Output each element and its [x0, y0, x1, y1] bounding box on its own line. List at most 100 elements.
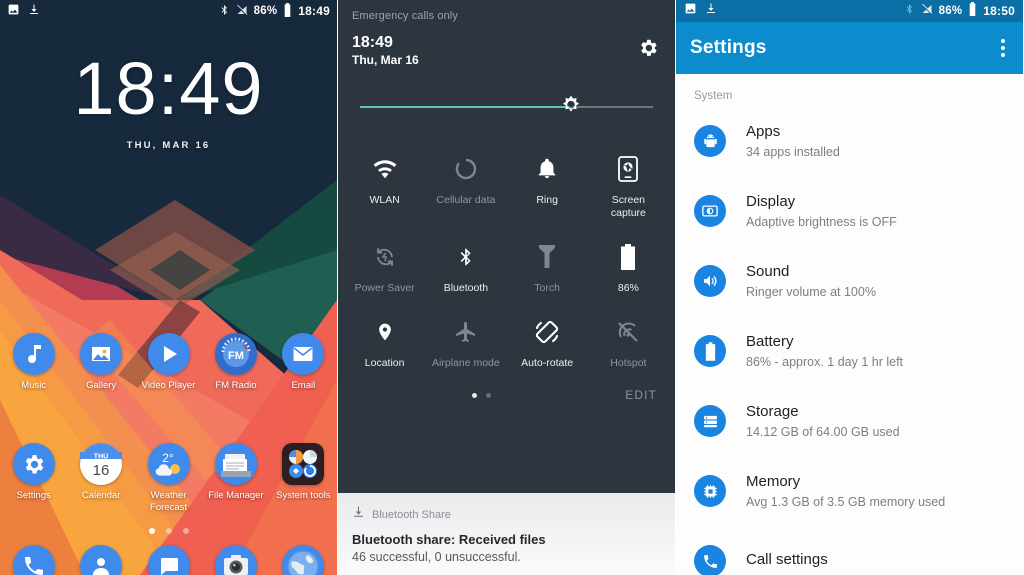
cellular-data-icon — [454, 152, 478, 186]
auto-rotate-icon — [534, 315, 560, 349]
settings-item-title: Memory — [746, 472, 801, 490]
contacts-icon — [80, 545, 123, 575]
settings-item-memory[interactable]: Memory Avg 1.3 GB of 3.5 GB memory used — [676, 456, 1023, 526]
settings-item-sound[interactable]: Sound Ringer volume at 100% — [676, 246, 1023, 316]
battery-icon — [694, 335, 726, 367]
tile-label: Ring — [536, 194, 558, 206]
settings-item-text: Battery 86% - approx. 1 day 1 hr left — [746, 332, 903, 371]
lockscreen-clock: 18:49 — [73, 47, 264, 130]
lockscreen-date: THU, MAR 16 — [126, 140, 211, 151]
settings-item-subtitle: Ringer volume at 100% — [746, 284, 876, 299]
gear-icon — [12, 443, 55, 485]
page-dot[interactable] — [182, 528, 189, 534]
dock-contacts[interactable] — [67, 545, 134, 575]
battery-icon — [619, 240, 637, 274]
app-label: Weather Forecast — [150, 490, 187, 513]
phone-icon — [12, 545, 55, 575]
tile-label: 86% — [617, 282, 639, 294]
tile-wlan[interactable]: WLAN — [344, 140, 425, 220]
photo-icon — [684, 2, 697, 20]
tile-battery[interactable]: 86% — [588, 228, 669, 295]
call-settings-icon — [694, 545, 726, 575]
tile-torch[interactable]: Torch — [507, 228, 588, 295]
app-settings[interactable]: Settings — [0, 443, 67, 514]
tile-auto-rotate[interactable]: Auto-rotate — [507, 303, 588, 370]
tile-row-2: Power Saver Bluetooth Torch 86% — [344, 228, 669, 295]
notification-title: Bluetooth share: Received files — [352, 532, 546, 547]
quick-settings-header: 18:49 Thu, Mar 16 — [338, 22, 675, 68]
app-system-tools[interactable]: System tools — [270, 443, 337, 514]
settings-item-text: Display Adaptive brightness is OFF — [746, 192, 897, 231]
app-label: FM Radio — [215, 380, 257, 391]
app-calendar[interactable]: THU 16 Calendar — [67, 443, 134, 514]
bluetooth-icon — [219, 3, 230, 20]
edit-button[interactable]: EDIT — [625, 388, 657, 402]
tile-label: WLAN — [369, 194, 400, 206]
app-file-manager[interactable]: File Manager — [202, 443, 269, 514]
settings-item-title: Battery — [746, 332, 794, 350]
settings-status-bar: 86% 18:50 — [676, 0, 1023, 22]
tile-screen-capture[interactable]: Screen capture — [588, 140, 669, 220]
settings-item-display[interactable]: Display Adaptive brightness is OFF — [676, 176, 1023, 246]
tile-bluetooth[interactable]: Bluetooth — [425, 228, 506, 295]
status-bar-right-icons: 86% 18:50 — [904, 1, 1015, 21]
svg-text:16: 16 — [93, 462, 110, 479]
display-icon — [694, 195, 726, 227]
tile-location[interactable]: Location — [344, 303, 425, 370]
quick-settings-page-indicator[interactable] — [472, 392, 492, 398]
section-header-system: System — [694, 90, 733, 102]
tile-power-saver[interactable]: Power Saver — [344, 228, 425, 295]
settings-item-battery[interactable]: Battery 86% - approx. 1 day 1 hr left — [676, 316, 1023, 386]
settings-item-title: Apps — [746, 122, 781, 140]
tile-airplane-mode[interactable]: Airplane mode — [425, 303, 506, 370]
app-label: Calendar — [81, 490, 121, 501]
app-fm-radio[interactable]: FM FM Radio — [202, 333, 269, 392]
home-screen-panel: 86% 18:49 18:49 THU, MAR 16 Music Galler… — [0, 0, 337, 575]
app-label: Gallery — [86, 380, 117, 391]
app-email[interactable]: Email — [270, 333, 337, 392]
dock-camera[interactable] — [202, 545, 269, 575]
settings-item-subtitle: Avg 1.3 GB of 3.5 GB memory used — [746, 494, 946, 509]
settings-item-title: Sound — [746, 262, 790, 280]
home-page-indicator[interactable] — [0, 528, 337, 534]
settings-list: Apps 34 apps installed Display Adaptive … — [676, 106, 1023, 575]
speaker-icon — [694, 265, 726, 297]
settings-item-storage[interactable]: Storage 14.12 GB of 64.00 GB used — [676, 386, 1023, 456]
status-bar-clock: 18:49 — [298, 4, 330, 18]
app-gallery[interactable]: Gallery — [67, 333, 134, 392]
page-dot[interactable] — [486, 392, 492, 398]
memory-icon — [694, 475, 726, 507]
documents-icon — [214, 443, 257, 485]
brightness-slider[interactable] — [360, 94, 653, 120]
settings-item-text: Sound Ringer volume at 100% — [746, 262, 876, 301]
tile-hotspot[interactable]: Hotspot — [588, 303, 669, 370]
page-dot[interactable] — [472, 392, 478, 398]
home-dock — [0, 545, 337, 575]
notification-card[interactable]: Bluetooth Share Bluetooth share: Receive… — [338, 493, 675, 575]
battery-percent-label: 86% — [938, 5, 963, 17]
no-sim-icon — [921, 2, 933, 21]
gear-icon[interactable] — [637, 37, 659, 64]
weather-icon: 2° — [147, 443, 190, 485]
app-weather-forecast[interactable]: 2° Weather Forecast — [135, 443, 202, 514]
photo-icon — [7, 3, 20, 19]
tile-label: Airplane mode — [432, 357, 500, 369]
tile-ring[interactable]: Ring — [507, 140, 588, 220]
dock-browser[interactable] — [270, 545, 337, 575]
app-label: Music — [21, 380, 47, 391]
app-label: Video Player — [141, 380, 196, 391]
settings-item-call-settings[interactable]: Call settings — [676, 526, 1023, 575]
brightness-icon[interactable] — [558, 94, 584, 120]
tile-cellular-data[interactable]: Cellular data — [425, 140, 506, 220]
more-vertical-icon[interactable] — [997, 35, 1009, 61]
page-dot[interactable] — [165, 528, 172, 534]
settings-item-title: Call settings — [746, 551, 828, 568]
notification-body: 46 successful, 0 unsuccessful. — [352, 550, 521, 564]
status-bar-right-icons: 86% 18:49 — [219, 2, 330, 20]
page-dot[interactable] — [148, 528, 155, 534]
app-video-player[interactable]: Video Player — [135, 333, 202, 392]
app-music[interactable]: Music — [0, 333, 67, 392]
settings-item-apps[interactable]: Apps 34 apps installed — [676, 106, 1023, 176]
dock-phone[interactable] — [0, 545, 67, 575]
dock-messages[interactable] — [135, 545, 202, 575]
